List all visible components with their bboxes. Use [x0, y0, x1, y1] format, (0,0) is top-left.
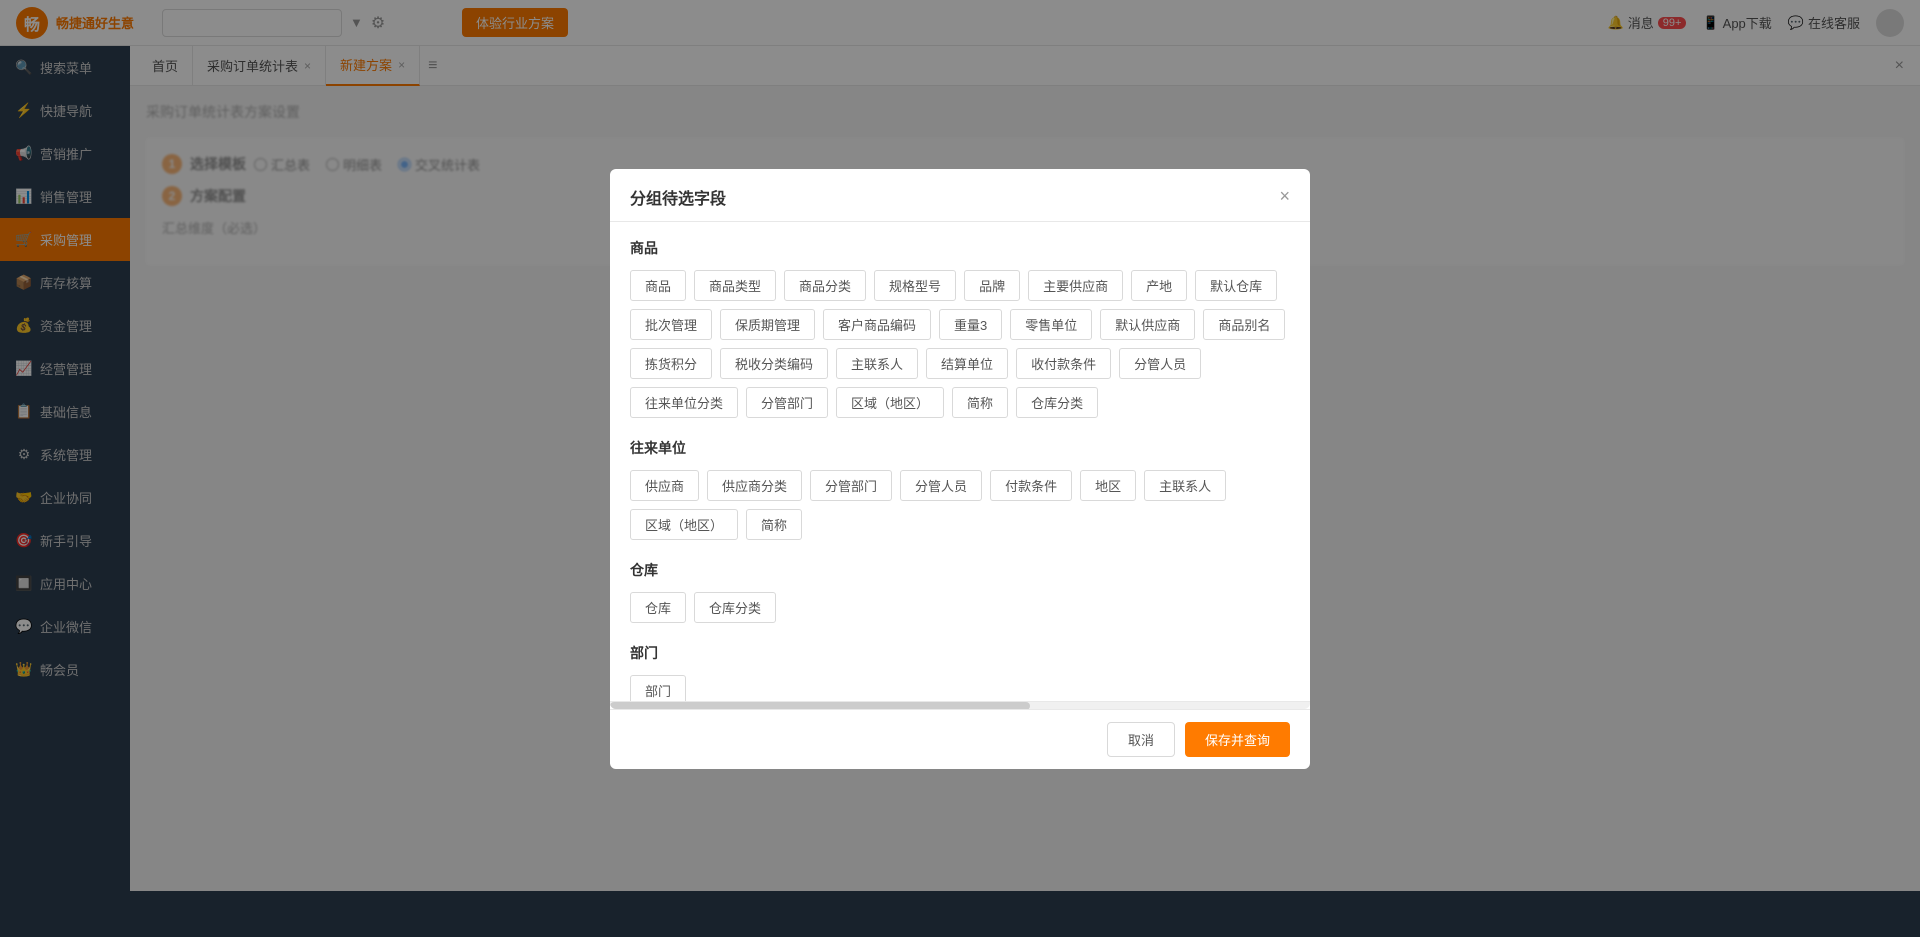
modal-overlay: 分组待选字段 × 商品 商品 商品类型 商品分类 规格型号 品牌 主要供应商 产…: [0, 0, 1920, 937]
field-tag[interactable]: 仓库分类: [694, 592, 776, 623]
field-tag[interactable]: 客户商品编码: [823, 309, 931, 340]
field-group-warehouse: 仓库 仓库 仓库分类: [630, 560, 1290, 623]
field-tag[interactable]: 品牌: [964, 270, 1020, 301]
field-tag[interactable]: 拣货积分: [630, 348, 712, 379]
modal-horizontal-scrollbar[interactable]: [610, 701, 1310, 709]
field-tag[interactable]: 收付款条件: [1016, 348, 1111, 379]
field-tag[interactable]: 商品分类: [784, 270, 866, 301]
field-tag[interactable]: 商品类型: [694, 270, 776, 301]
field-tag[interactable]: 默认仓库: [1195, 270, 1277, 301]
modal-close-button[interactable]: ×: [1279, 186, 1290, 207]
field-tags-department: 部门: [630, 675, 1290, 701]
modal-title: 分组待选字段: [630, 185, 726, 209]
field-tag[interactable]: 主要供应商: [1028, 270, 1123, 301]
field-tag[interactable]: 商品别名: [1203, 309, 1285, 340]
field-tag[interactable]: 规格型号: [874, 270, 956, 301]
field-group-warehouse-title: 仓库: [630, 560, 1290, 580]
field-tag[interactable]: 分管部门: [810, 470, 892, 501]
field-tag[interactable]: 付款条件: [990, 470, 1072, 501]
cancel-button[interactable]: 取消: [1107, 722, 1175, 757]
field-tag[interactable]: 部门: [630, 675, 686, 701]
field-tag[interactable]: 税收分类编码: [720, 348, 828, 379]
save-query-button[interactable]: 保存并查询: [1185, 722, 1290, 757]
field-tag[interactable]: 地区: [1080, 470, 1136, 501]
field-tag[interactable]: 结算单位: [926, 348, 1008, 379]
modal-body: 商品 商品 商品类型 商品分类 规格型号 品牌 主要供应商 产地 默认仓库 批次…: [610, 222, 1310, 701]
field-tag[interactable]: 简称: [952, 387, 1008, 418]
field-tag[interactable]: 简称: [746, 509, 802, 540]
field-tag[interactable]: 主联系人: [1144, 470, 1226, 501]
field-tag[interactable]: 仓库: [630, 592, 686, 623]
field-tags-warehouse: 仓库 仓库分类: [630, 592, 1290, 623]
field-tag[interactable]: 默认供应商: [1100, 309, 1195, 340]
field-tag[interactable]: 重量3: [939, 309, 1002, 340]
field-group-partner: 往来单位 供应商 供应商分类 分管部门 分管人员 付款条件 地区 主联系人 区域…: [630, 438, 1290, 540]
field-tag[interactable]: 往来单位分类: [630, 387, 738, 418]
modal-footer: 取消 保存并查询: [610, 709, 1310, 769]
modal-scroll-thumb: [610, 702, 1030, 709]
field-group-product-title: 商品: [630, 238, 1290, 258]
field-tag[interactable]: 供应商: [630, 470, 699, 501]
field-tag[interactable]: 商品: [630, 270, 686, 301]
field-tag[interactable]: 供应商分类: [707, 470, 802, 501]
field-tag[interactable]: 零售单位: [1010, 309, 1092, 340]
field-tag[interactable]: 分管人员: [900, 470, 982, 501]
field-tag[interactable]: 区域（地区）: [836, 387, 944, 418]
field-tag[interactable]: 批次管理: [630, 309, 712, 340]
field-group-department: 部门 部门: [630, 643, 1290, 701]
field-tag[interactable]: 产地: [1131, 270, 1187, 301]
field-tag[interactable]: 分管人员: [1119, 348, 1201, 379]
field-tag[interactable]: 仓库分类: [1016, 387, 1098, 418]
field-select-modal: 分组待选字段 × 商品 商品 商品类型 商品分类 规格型号 品牌 主要供应商 产…: [610, 169, 1310, 769]
field-tag[interactable]: 主联系人: [836, 348, 918, 379]
field-group-product: 商品 商品 商品类型 商品分类 规格型号 品牌 主要供应商 产地 默认仓库 批次…: [630, 238, 1290, 418]
field-group-partner-title: 往来单位: [630, 438, 1290, 458]
field-tag[interactable]: 分管部门: [746, 387, 828, 418]
field-group-department-title: 部门: [630, 643, 1290, 663]
field-tags-partner: 供应商 供应商分类 分管部门 分管人员 付款条件 地区 主联系人 区域（地区） …: [630, 470, 1290, 540]
modal-header: 分组待选字段 ×: [610, 169, 1310, 222]
field-tag[interactable]: 区域（地区）: [630, 509, 738, 540]
field-tag[interactable]: 保质期管理: [720, 309, 815, 340]
field-tags-product: 商品 商品类型 商品分类 规格型号 品牌 主要供应商 产地 默认仓库 批次管理 …: [630, 270, 1290, 418]
